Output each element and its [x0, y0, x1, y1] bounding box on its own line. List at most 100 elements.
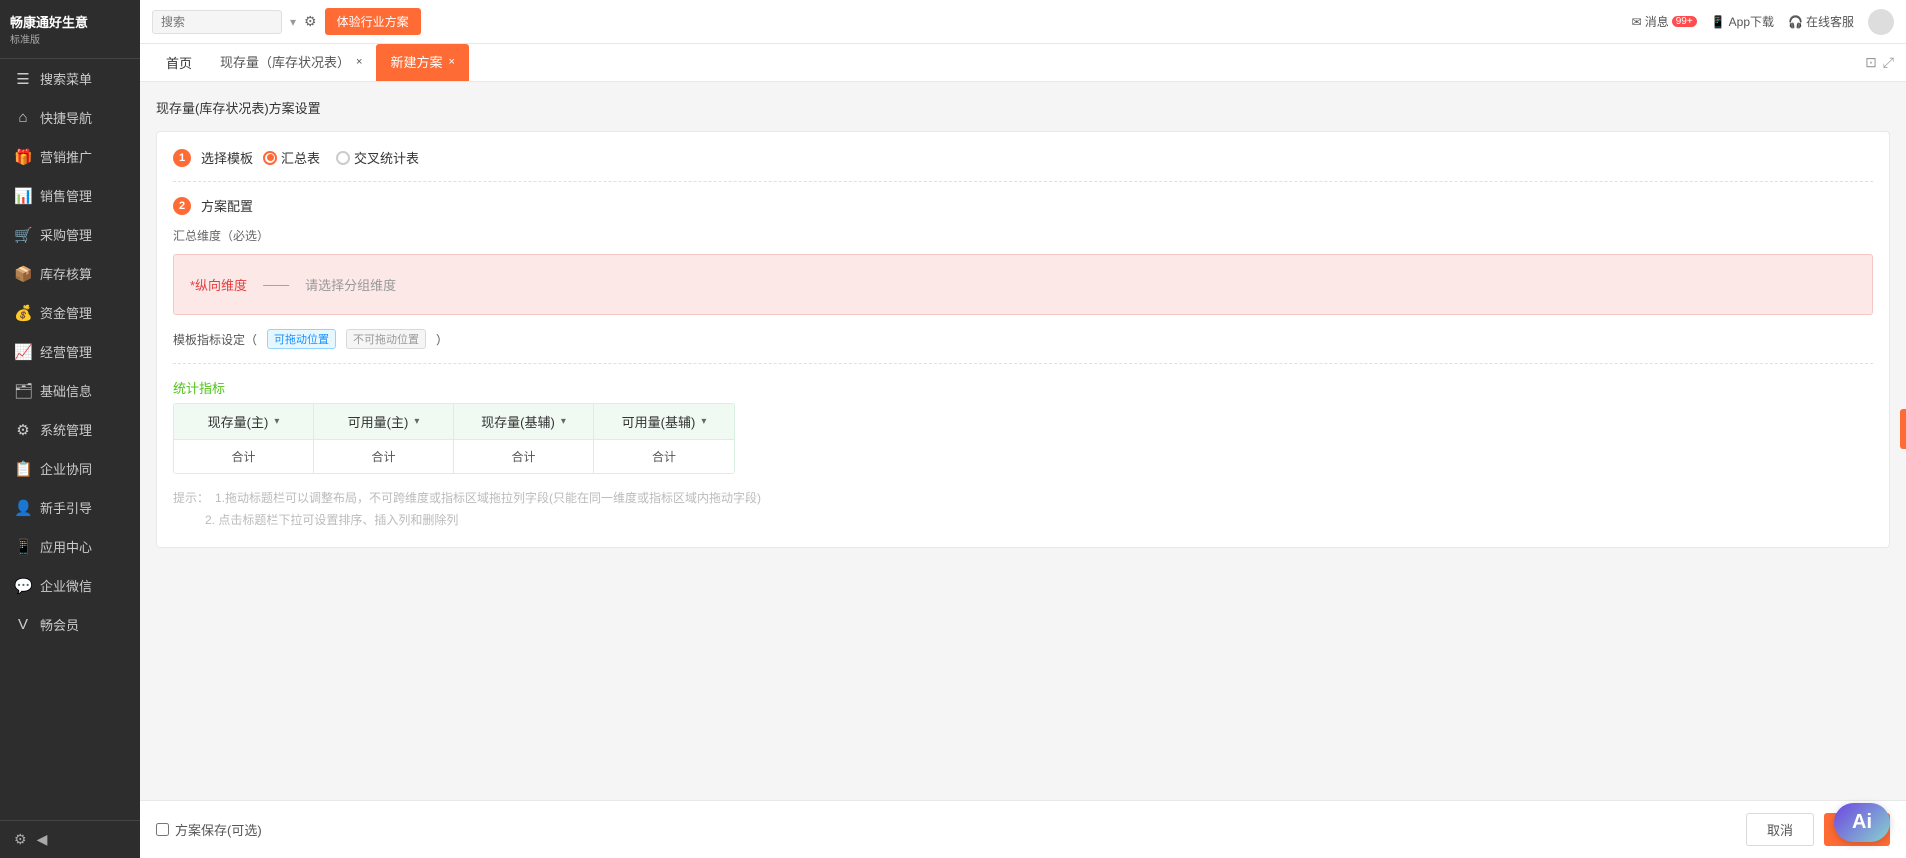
sidebar-item-sales[interactable]: 📊 销售管理	[0, 176, 140, 215]
vertical-dim-label: *纵向维度	[190, 275, 247, 294]
sidebar: 畅康通好生意 标准版 ☰ 搜索菜单 ⌂ 快捷导航 🎁 营销推广 📊 销售管理 🛒…	[0, 0, 140, 858]
save-checkbox-label: 方案保存(可选)	[175, 820, 262, 839]
sidebar-item-quick-nav[interactable]: ⌂ 快捷导航	[0, 98, 140, 137]
sidebar-item-newbie[interactable]: 👤 新手引导	[0, 488, 140, 527]
cart-icon: 🛒	[14, 226, 32, 244]
tab-new-scheme[interactable]: 新建方案 ×	[376, 44, 468, 81]
topbar-gear-icon[interactable]: ⚙	[304, 13, 317, 30]
radio-cross[interactable]: 交叉统计表	[336, 148, 419, 167]
sidebar-item-label: 资金管理	[40, 303, 92, 322]
messages-btn[interactable]: ✉ 消息 99+	[1632, 13, 1697, 30]
tab-new-scheme-label: 新建方案	[390, 52, 442, 71]
topbar: ▾ ⚙ 体验行业方案 ✉ 消息 99+ 📱 App下载 🎧 在线客服	[140, 0, 1906, 44]
tip-text-1: 2. 点击标题栏下拉可设置排序、插入列和删除列	[205, 510, 458, 532]
sidebar-item-label: 快捷导航	[40, 108, 92, 127]
sidebar-item-inventory[interactable]: 📦 库存核算	[0, 254, 140, 293]
divider2	[173, 363, 1873, 364]
section2-num: 2	[173, 197, 191, 215]
sidebar-item-operations[interactable]: 📈 经营管理	[0, 332, 140, 371]
tab-home[interactable]: 首页	[152, 45, 206, 80]
indicator-settings-row: 模板指标设定（ 可拖动位置 不可拖动位置 ）	[173, 329, 1873, 349]
stats-header-cell-1: 可用量(主) ▾	[314, 404, 454, 439]
avatar[interactable]	[1868, 9, 1894, 35]
sidebar-item-cooperation[interactable]: 📋 企业协同	[0, 449, 140, 488]
save-checkbox[interactable]	[156, 823, 169, 836]
vip-icon: V	[14, 616, 32, 633]
stats-body-cell-0-0: 合计	[174, 440, 314, 473]
stats-col-label-1: 可用量(主)	[348, 412, 409, 431]
tab-new-scheme-close[interactable]: ×	[448, 56, 454, 68]
scheme-settings-card: 1 选择模板 汇总表 交叉统计表 2 方案配置	[156, 131, 1890, 548]
indicator-settings-suffix: ）	[436, 331, 448, 348]
stats-col-dropdown-3[interactable]: ▾	[701, 416, 706, 427]
tab-inventory[interactable]: 现存量（库存状况表） ×	[206, 44, 376, 81]
radio-summary[interactable]: 汇总表	[263, 148, 320, 167]
sidebar-item-wechat[interactable]: 💬 企业微信	[0, 566, 140, 605]
stats-col-dropdown-2[interactable]: ▾	[561, 416, 566, 427]
headset-icon: 🎧	[1788, 15, 1803, 29]
sidebar-item-label: 采购管理	[40, 225, 92, 244]
sidebar-item-app-center[interactable]: 📱 应用中心	[0, 527, 140, 566]
messages-badge: 99+	[1672, 16, 1697, 27]
tabs-bar: 首页 现存量（库存状况表） × 新建方案 × ⊡ ⤢	[140, 44, 1906, 82]
tab-expand-icon[interactable]: ⤢	[1883, 54, 1894, 71]
sidebar-item-search-menu[interactable]: ☰ 搜索菜单	[0, 59, 140, 98]
sidebar-settings-icon[interactable]: ⚙	[14, 831, 27, 848]
app-download-btn[interactable]: 📱 App下载	[1711, 13, 1774, 30]
stats-header-row: 现存量(主) ▾ 可用量(主) ▾ 现存量(基辅) ▾ 可用量(基辅) ▾	[174, 404, 734, 439]
sidebar-item-label: 库存核算	[40, 264, 92, 283]
sidebar-item-marketing[interactable]: 🎁 营销推广	[0, 137, 140, 176]
stats-body-cell-0-3: 合计	[594, 440, 734, 473]
stats-col-dropdown-1[interactable]: ▾	[414, 416, 419, 427]
template-radio-group: 汇总表 交叉统计表	[263, 148, 419, 167]
logo-sub: 标准版	[10, 31, 130, 46]
sidebar-item-finance[interactable]: 💰 资金管理	[0, 293, 140, 332]
app-download-label: App下载	[1729, 13, 1774, 30]
search-input[interactable]	[152, 10, 282, 34]
money-icon: 💰	[14, 304, 32, 322]
sidebar-item-system[interactable]: ⚙ 系统管理	[0, 410, 140, 449]
logo-name: 畅康通好生意	[10, 12, 130, 31]
search-dropdown-icon[interactable]: ▾	[290, 15, 296, 29]
gear-icon: ⚙	[14, 421, 32, 439]
vertical-dim-row: *纵向维度 —— 请选择分组维度	[173, 254, 1873, 315]
stats-header-cell-0: 现存量(主) ▾	[174, 404, 314, 439]
stats-body-row-0: 合计 合计 合计 合计	[174, 439, 734, 473]
non-draggable-tag: 不可拖动位置	[346, 329, 426, 349]
tab-inventory-close[interactable]: ×	[356, 56, 362, 68]
sidebar-item-vip[interactable]: V 畅会员	[0, 605, 140, 644]
sidebar-audio-icon[interactable]: ◀	[37, 831, 48, 848]
draggable-tag: 可拖动位置	[267, 329, 336, 349]
user-icon: 👤	[14, 499, 32, 517]
dim-placeholder[interactable]: 请选择分组维度	[305, 275, 396, 294]
stats-section-title: 统计指标	[173, 378, 1873, 397]
tips-box: 提示： 1.拖动标题栏可以调整布局，不可跨维度或指标区域拖拉列字段(只能在同一维…	[173, 488, 1873, 531]
sidebar-item-purchase[interactable]: 🛒 采购管理	[0, 215, 140, 254]
online-service-btn[interactable]: 🎧 在线客服	[1788, 13, 1854, 30]
stats-table: 现存量(主) ▾ 可用量(主) ▾ 现存量(基辅) ▾ 可用量(基辅) ▾	[173, 403, 735, 474]
stats-header-cell-3: 可用量(基辅) ▾	[594, 404, 734, 439]
page-title: 现存量(库存状况表)方案设置	[156, 98, 1890, 117]
cancel-button[interactable]: 取消	[1746, 813, 1814, 846]
ai-badge[interactable]: Ai	[1834, 803, 1890, 842]
sidebar-item-label: 畅会员	[40, 615, 79, 634]
stats-col-dropdown-0[interactable]: ▾	[274, 416, 279, 427]
trending-icon: 📈	[14, 343, 32, 361]
topbar-right: ✉ 消息 99+ 📱 App下载 🎧 在线客服	[1632, 9, 1894, 35]
stats-body-cell-0-1: 合计	[314, 440, 454, 473]
trial-btn[interactable]: 体验行业方案	[325, 8, 421, 35]
section1-row: 1 选择模板 汇总表 交叉统计表	[173, 148, 1873, 167]
tab-minimize-icon[interactable]: ⊡	[1865, 54, 1877, 71]
message-icon: ✉	[1632, 15, 1642, 29]
sidebar-item-label: 经营管理	[40, 342, 92, 361]
chart-icon: 📊	[14, 187, 32, 205]
sidebar-item-label: 基础信息	[40, 381, 92, 400]
sidebar-item-basic-info[interactable]: 🗂 基础信息	[0, 371, 140, 410]
stats-col-label-2: 现存量(基辅)	[481, 412, 555, 431]
stats-body-cell-0-2: 合计	[454, 440, 594, 473]
sidebar-item-label: 营销推广	[40, 147, 92, 166]
sidebar-item-label: 销售管理	[40, 186, 92, 205]
right-edge-indicator	[1900, 409, 1906, 449]
indicator-settings-label: 模板指标设定（	[173, 331, 257, 348]
tip-text-0: 1.拖动标题栏可以调整布局，不可跨维度或指标区域拖拉列字段(只能在同一维度或指标…	[215, 488, 761, 510]
